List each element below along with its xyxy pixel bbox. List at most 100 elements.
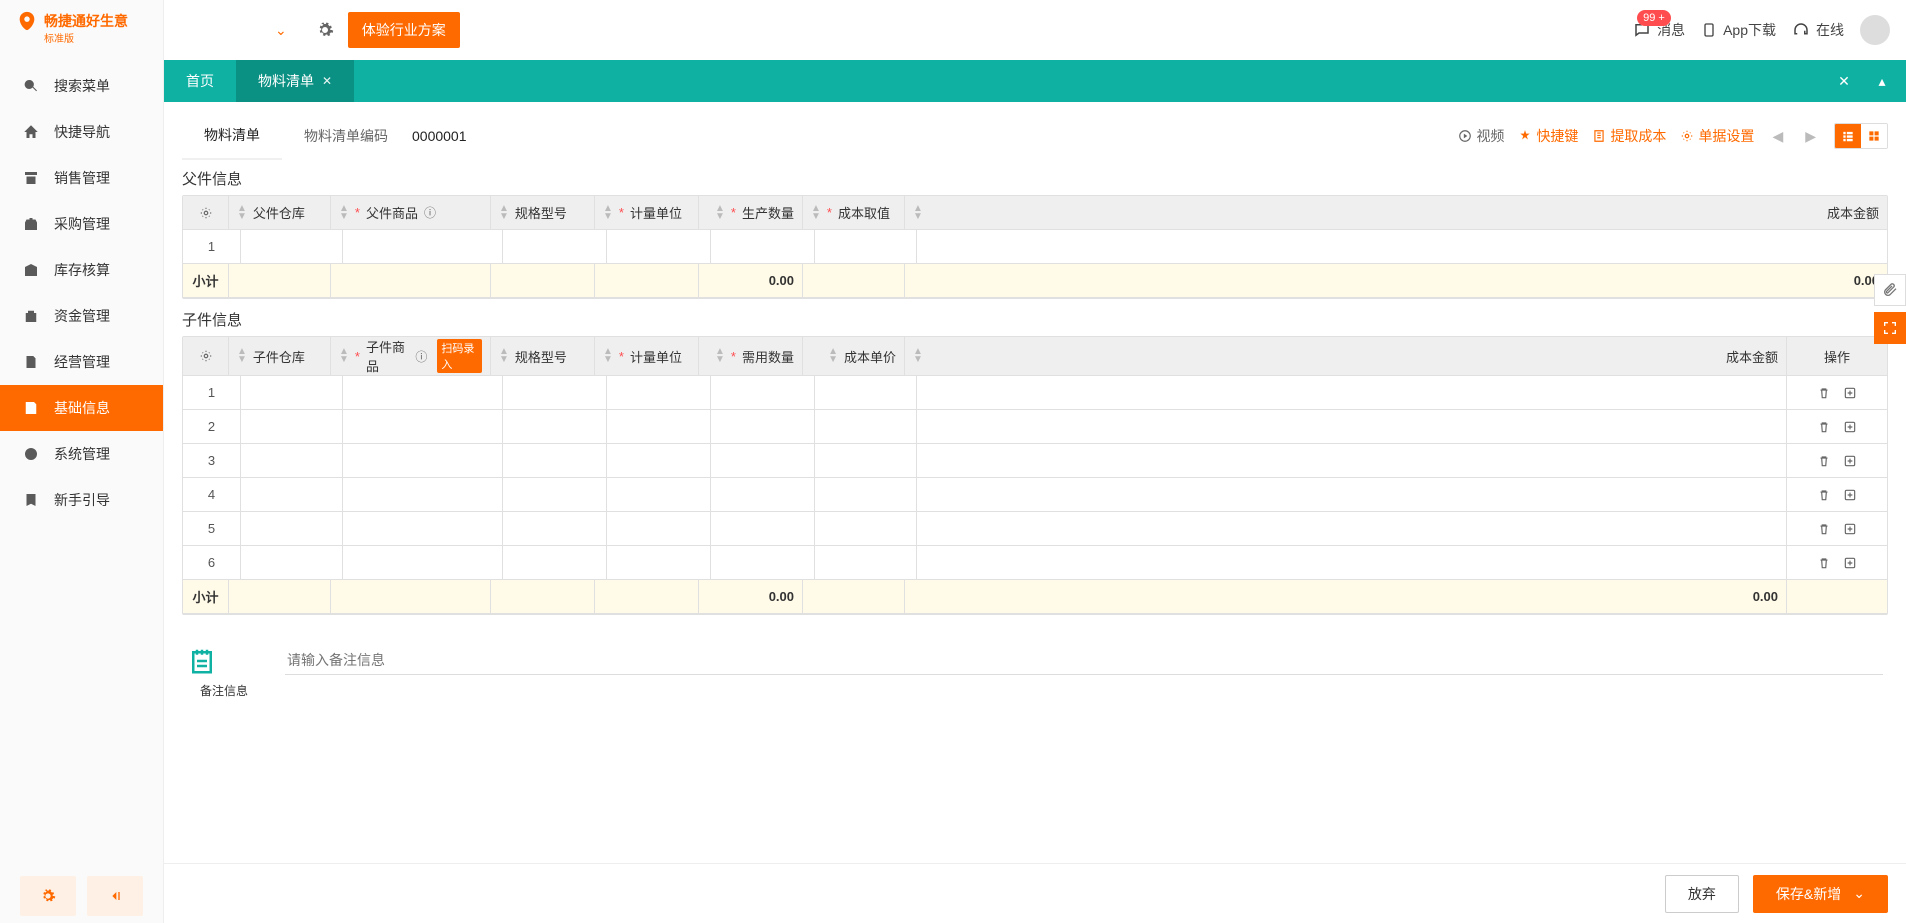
save-and-new-button[interactable]: 保存&新增⌄ [1753,875,1888,913]
basic-info-icon [22,399,40,417]
parent-col-qty[interactable]: ▲▼*生产数量 [699,196,803,230]
prev-doc-icon[interactable]: ◀ [1768,128,1787,145]
view-toggle [1834,123,1888,149]
doc-settings-label: 单据设置 [1698,126,1754,146]
parent-col-cost-method[interactable]: ▲▼*成本取值 [803,196,905,230]
child-col-need-qty[interactable]: ▲▼*需用数量 [699,337,803,376]
add-row-icon[interactable] [1843,556,1857,570]
child-table-row[interactable]: 3 [183,444,1887,478]
add-row-icon[interactable] [1843,420,1857,434]
nav-icon [22,123,40,141]
parent-col-settings[interactable] [183,196,229,230]
parent-col-warehouse[interactable]: ▲▼父件仓库 [229,196,331,230]
sidebar-item-3[interactable]: 采购管理 [0,201,163,247]
notes-input[interactable] [285,646,1883,675]
child-table-row[interactable]: 5 [183,512,1887,546]
view-grid-icon[interactable] [1861,124,1887,148]
delete-row-icon[interactable] [1817,454,1831,468]
row-index: 1 [183,376,241,410]
brand-logo: 畅捷通好生意 标准版 [0,0,163,55]
header-gear-icon[interactable] [316,21,334,39]
attachment-icon[interactable] [1874,274,1906,306]
parent-col-unit[interactable]: ▲▼*计量单位 [595,196,699,230]
main-area: ⌄ 体验行业方案 99 + 消息 App下载 在线 [164,0,1906,923]
chevron-down-icon: ⌄ [275,22,287,39]
delete-row-icon[interactable] [1817,420,1831,434]
delete-row-icon[interactable] [1817,522,1831,536]
sidebar-item-7[interactable]: 基础信息 [0,385,163,431]
info-icon: ⓘ [415,348,427,365]
parent-table-row[interactable]: 1 [183,230,1887,264]
extract-cost-link[interactable]: 提取成本 [1592,126,1666,146]
parent-col-cost-amount[interactable]: ▲▼成本金额 [905,196,1887,230]
doc-settings-link[interactable]: 单据设置 [1680,126,1754,146]
tab-bom[interactable]: 物料清单 ✕ [236,60,354,102]
tab-home[interactable]: 首页 [164,60,236,102]
chevron-down-icon: ⌄ [1853,885,1865,902]
page-header: ⌄ 体验行业方案 99 + 消息 App下载 在线 [164,0,1906,60]
messages-button[interactable]: 99 + 消息 [1633,20,1685,40]
delete-row-icon[interactable] [1817,556,1831,570]
child-col-unit-cost[interactable]: ▲▼成本单价 [803,337,905,376]
online-support-button[interactable]: 在线 [1792,20,1844,40]
user-avatar[interactable] [1860,15,1890,45]
sidebar-item-label: 基础信息 [54,398,110,418]
sidebar-item-label: 搜索菜单 [54,76,110,96]
sidebar-item-0[interactable]: 搜索菜单 [0,63,163,109]
next-doc-icon[interactable]: ▶ [1801,128,1820,145]
video-link[interactable]: 视频 [1458,126,1504,146]
add-row-icon[interactable] [1843,386,1857,400]
sidebar-item-8[interactable]: 系统管理 [0,431,163,477]
child-table-row[interactable]: 4 [183,478,1887,512]
page-code-label: 物料清单编码 [304,126,388,146]
settings-footer-icon[interactable] [20,876,76,916]
expand-tabs-icon[interactable]: ▴ [1868,67,1896,95]
org-selector[interactable]: ⌄ [180,13,302,47]
delete-row-icon[interactable] [1817,386,1831,400]
scan-entry-badge[interactable]: 扫码录入 [437,339,482,373]
video-label: 视频 [1476,126,1504,146]
child-table-row[interactable]: 6 [183,546,1887,580]
parent-subtotal-row: 小计 0.00 0.00 [183,264,1887,298]
child-col-cost-amount[interactable]: ▲▼成本金额 [905,337,1787,376]
hotkey-link[interactable]: 快捷键 [1518,126,1578,146]
close-all-tabs-icon[interactable]: ✕ [1830,67,1858,95]
row-index: 3 [183,444,241,478]
add-row-icon[interactable] [1843,522,1857,536]
view-list-icon[interactable] [1835,124,1861,148]
experience-demo-button[interactable]: 体验行业方案 [348,12,460,48]
add-row-icon[interactable] [1843,454,1857,468]
info-icon: ⓘ [424,204,436,221]
sidebar-footer [0,869,163,923]
row-index: 2 [183,410,241,444]
sidebar-item-5[interactable]: 资金管理 [0,293,163,339]
child-col-spec[interactable]: ▲▼规格型号 [491,337,595,376]
discard-button[interactable]: 放弃 [1665,875,1739,913]
delete-row-icon[interactable] [1817,488,1831,502]
message-badge: 99 + [1637,10,1671,26]
app-sidebar: 畅捷通好生意 标准版 搜索菜单快捷导航销售管理采购管理库存核算资金管理经营管理基… [0,0,164,923]
child-col-settings[interactable] [183,337,229,376]
sidebar-item-9[interactable]: 新手引导 [0,477,163,523]
fullscreen-icon[interactable] [1874,312,1906,344]
row-index: 5 [183,512,241,546]
sidebar-item-1[interactable]: 快捷导航 [0,109,163,155]
sidebar-item-2[interactable]: 销售管理 [0,155,163,201]
app-download-button[interactable]: App下载 [1701,20,1776,40]
sidebar-item-label: 资金管理 [54,306,110,326]
child-col-warehouse[interactable]: ▲▼子件仓库 [229,337,331,376]
row-index: 1 [183,230,241,264]
parent-col-spec[interactable]: ▲▼规格型号 [491,196,595,230]
add-row-icon[interactable] [1843,488,1857,502]
sidebar-item-4[interactable]: 库存核算 [0,247,163,293]
logo-text: 畅捷通好生意 [44,11,128,31]
sidebar-item-label: 经营管理 [54,352,110,372]
child-col-unit[interactable]: ▲▼*计量单位 [595,337,699,376]
child-col-product[interactable]: ▲▼*子件商品ⓘ扫码录入 [331,337,491,376]
child-table-row[interactable]: 2 [183,410,1887,444]
child-table-row[interactable]: 1 [183,376,1887,410]
collapse-sidebar-icon[interactable] [87,876,143,916]
close-icon[interactable]: ✕ [322,74,332,88]
sidebar-item-6[interactable]: 经营管理 [0,339,163,385]
parent-col-product[interactable]: ▲▼*父件商品ⓘ [331,196,491,230]
